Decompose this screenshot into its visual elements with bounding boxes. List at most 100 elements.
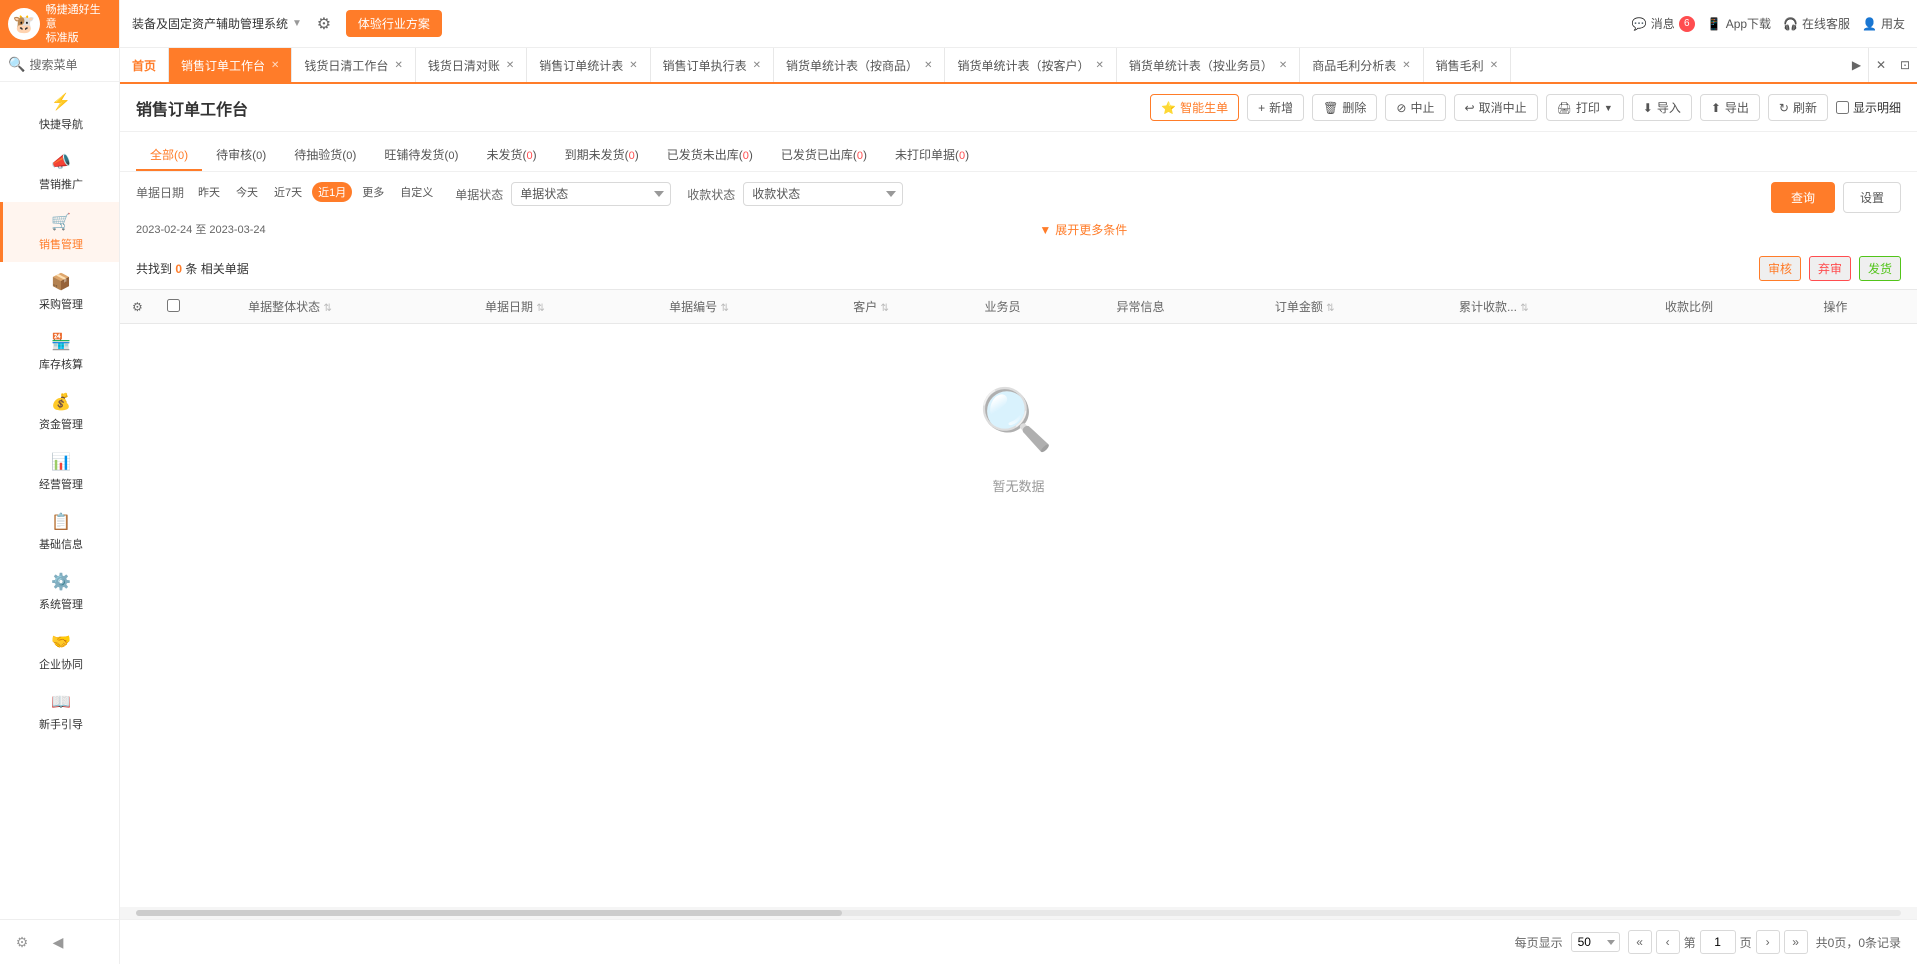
tab-close-sales-order-workbench[interactable]: ✕ [271,60,279,71]
date-range-display: 2023-02-24 至 2023-03-24 [136,221,266,238]
topbar-gear[interactable]: ⚙ [310,10,338,38]
sidebar-item-basic[interactable]: 📋 基础信息 [0,502,119,562]
sidebar-item-marketing[interactable]: 📣 营销推广 [0,142,119,202]
app-download-btn[interactable]: 📱 App下载 [1707,15,1771,32]
col-date[interactable]: 单据日期 ⇅ [473,290,657,324]
tab-sales-stats-staff[interactable]: 销货单统计表（按业务员）✕ [1117,48,1300,83]
col-number[interactable]: 单据编号 ⇅ [657,290,841,324]
tab-close-all[interactable]: ✕ [1869,48,1893,83]
message-btn[interactable]: 💬 消息 6 [1632,15,1695,32]
col-customer[interactable]: 客户 ⇅ [841,290,972,324]
online-service-btn[interactable]: 🎧 在线客服 [1783,15,1850,32]
tab-cash-reconcile[interactable]: 钱货日清对账✕ [416,48,527,83]
sidebar-item-operations[interactable]: 📊 经营管理 [0,442,119,502]
per-page-label: 每页显示 [1515,934,1563,951]
first-page-btn[interactable]: « [1628,930,1652,954]
col-received[interactable]: 累计收款... ⇅ [1447,290,1653,324]
delete-btn[interactable]: 🗑 删除 [1312,94,1377,121]
tab-sales-stats-customer[interactable]: 销货单统计表（按客户）✕ [945,48,1116,83]
industry-solution-btn[interactable]: 体验行业方案 [346,10,442,37]
status-select[interactable]: 单据状态 [511,182,671,206]
filter-tab-not-shipped[interactable]: 未发货(0) [473,140,551,171]
refresh-btn[interactable]: ↻ 刷新 [1768,94,1828,121]
count-prefix: 共找到 [136,262,172,276]
tab-close-cash-reconcile[interactable]: ✕ [506,60,514,71]
sidebar-item-system[interactable]: ⚙️ 系统管理 [0,562,119,622]
payment-select[interactable]: 收款状态 [743,182,903,206]
col-settings[interactable]: ⚙ [120,290,155,324]
tab-sales-order-stats[interactable]: 销售订单统计表✕ [527,48,650,83]
date-btn-7days[interactable]: 近7天 [268,182,308,202]
tab-home[interactable]: 首页 [120,48,169,83]
filter-tab-all[interactable]: 全部(0) [136,140,202,171]
import-btn[interactable]: ⬇ 导入 [1632,94,1692,121]
tab-close-sales-exec[interactable]: ✕ [753,60,761,71]
date-btn-more[interactable]: 更多 [356,182,390,202]
col-staff[interactable]: 业务员 [973,290,1105,324]
send-btn[interactable]: 发货 [1859,256,1901,281]
smart-order-btn[interactable]: ⭐ 智能生单 [1150,94,1239,121]
scroll-bar[interactable] [120,907,1917,919]
last-page-btn[interactable]: » [1784,930,1808,954]
date-btn-today[interactable]: 今天 [230,182,264,202]
sidebar-item-purchase[interactable]: 📦 采购管理 [0,262,119,322]
filter-tab-shipped-out[interactable]: 已发货已出库(0) [767,140,881,171]
col-amount[interactable]: 订单金额 ⇅ [1263,290,1447,324]
filter-tab-shipped-not-out[interactable]: 已发货未出库(0) [653,140,767,171]
tab-close-sales-stats-staff[interactable]: ✕ [1279,60,1287,71]
tab-sales-order-workbench[interactable]: 销售订单工作台✕ [169,48,292,83]
query-btn[interactable]: 查询 [1771,182,1835,213]
per-page-select[interactable]: 50 10 20 100 [1571,932,1620,952]
search-menu[interactable]: 🔍 搜索菜单 [0,48,119,82]
user-btn[interactable]: 👤 用友 [1862,15,1905,32]
show-detail-label[interactable]: 显示明细 [1836,99,1901,116]
date-range-row: 2023-02-24 至 2023-03-24 ▼ 展开更多条件 [120,217,1917,248]
select-all-checkbox[interactable] [167,299,180,312]
date-btn-1month[interactable]: 近1月 [312,182,352,202]
filter-tab-overdue-not-shipped[interactable]: 到期未发货(0) [551,140,653,171]
setting-btn[interactable]: 设置 [1843,182,1901,213]
tab-gross-profit[interactable]: 商品毛利分析表✕ [1300,48,1423,83]
sidebar-item-sales[interactable]: 🛒 销售管理 [0,202,119,262]
collapse-btn[interactable]: ◀ [44,928,72,956]
filter-tab-pending-inspect[interactable]: 待抽验货(0) [280,140,370,171]
tab-close-sales-gross[interactable]: ✕ [1490,60,1498,71]
tab-minimize[interactable]: ⊡ [1893,48,1917,83]
sidebar-item-guide[interactable]: 📖 新手引导 [0,682,119,742]
scroll-thumb[interactable] [136,910,842,916]
sidebar-item-quick-nav[interactable]: ⚡ 快捷导航 [0,82,119,142]
page-input[interactable] [1700,930,1736,954]
sidebar-item-finance[interactable]: 💰 资金管理 [0,382,119,442]
export-btn[interactable]: ⬆ 导出 [1700,94,1760,121]
abandon-btn[interactable]: 弃审 [1809,256,1851,281]
tab-close-sales-stats-product[interactable]: ✕ [924,60,932,71]
show-detail-checkbox[interactable] [1836,101,1849,114]
filter-tab-pending-review[interactable]: 待审核(0) [202,140,280,171]
tab-scroll-right[interactable]: ▶ [1845,48,1869,83]
tab-sales-exec[interactable]: 销售订单执行表✕ [651,48,774,83]
sidebar-item-inventory[interactable]: 🏪 库存核算 [0,322,119,382]
filter-tab-not-printed[interactable]: 未打印单据(0) [881,140,983,171]
tab-cash-daily[interactable]: 钱货日清工作台✕ [292,48,415,83]
sidebar-item-enterprise[interactable]: 🤝 企业协同 [0,622,119,682]
print-btn[interactable]: 🖨 打印 ▼ [1546,94,1624,121]
audit-btn[interactable]: 审核 [1759,256,1801,281]
tab-sales-stats-product[interactable]: 销货单统计表（按商品）✕ [774,48,945,83]
add-btn[interactable]: + 新增 [1247,94,1304,121]
prev-page-btn[interactable]: ‹ [1656,930,1680,954]
settings-btn[interactable]: ⚙ [8,928,36,956]
tab-close-gross-profit[interactable]: ✕ [1402,60,1410,71]
stop-btn[interactable]: ⊘ 中止 [1385,94,1445,121]
tab-sales-gross[interactable]: 销售毛利✕ [1424,48,1511,83]
expand-conditions-btn[interactable]: ▼ 展开更多条件 [1039,221,1127,238]
col-checkbox[interactable] [155,290,236,324]
next-page-btn[interactable]: › [1756,930,1780,954]
filter-tab-wangpu-ship[interactable]: 旺铺待发货(0) [370,140,472,171]
tab-close-cash-daily[interactable]: ✕ [394,60,402,71]
date-btn-yesterday[interactable]: 昨天 [192,182,226,202]
system-selector[interactable]: 装备及固定资产辅助管理系统 ▼ [132,15,302,32]
cancel-stop-btn[interactable]: ↩ 取消中止 [1454,94,1538,121]
date-btn-custom[interactable]: 自定义 [394,182,439,202]
tab-close-sales-order-stats[interactable]: ✕ [629,60,637,71]
tab-close-sales-stats-customer[interactable]: ✕ [1095,60,1103,71]
